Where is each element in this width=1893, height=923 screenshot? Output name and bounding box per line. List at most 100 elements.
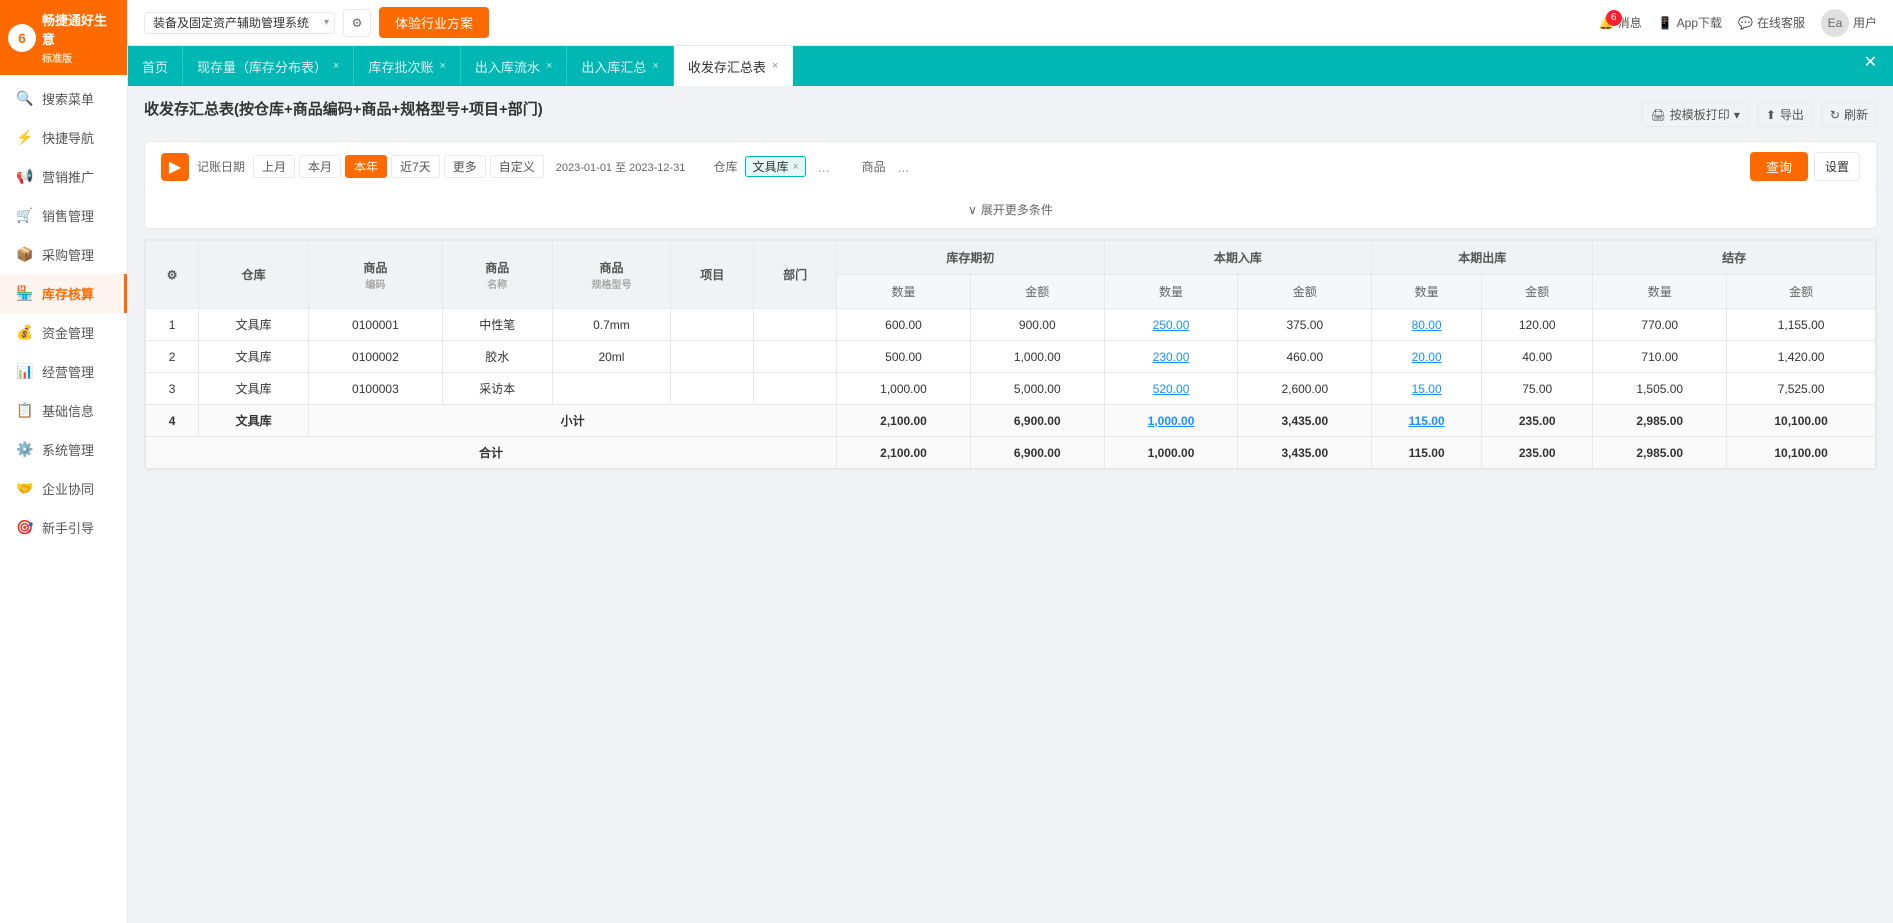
topbar-right: 🔔 6 消息 📱 App下载 💬 在线客服 Ea 用户 (1599, 9, 1877, 37)
tab-recv-send-summary[interactable]: 收发存汇总表 × (674, 46, 793, 86)
tab-batch-account[interactable]: 库存批次账 × (354, 46, 460, 86)
system-selector[interactable]: 装备及固定资产辅助管理系统 (144, 12, 335, 34)
sidebar-item-guide[interactable]: 🎯 新手引导 (0, 508, 127, 547)
sidebar-item-system[interactable]: ⚙️ 系统管理 (0, 430, 127, 469)
cell-out-qty[interactable]: 80.00 (1372, 309, 1482, 341)
system-selector-wrap: 装备及固定资产辅助管理系统 (144, 12, 335, 34)
warehouse-tag-close-button[interactable]: × (792, 161, 798, 173)
date-btn-more[interactable]: 更多 (444, 155, 486, 178)
col-settings[interactable]: ⚙ (146, 241, 199, 309)
warehouse-filter: 仓库 文具库 × ... (713, 156, 833, 177)
date-btn-last-month[interactable]: 上月 (253, 155, 295, 178)
cell-spec (552, 373, 671, 405)
total-in-amt: 3,435.00 (1238, 437, 1372, 469)
in-qty-link[interactable]: 520.00 (1153, 382, 1190, 396)
app-download-button[interactable]: 📱 App下载 (1658, 14, 1722, 31)
subtotal-warehouse: 文具库 (199, 405, 309, 437)
filter-bar: ▶ 记账日期 上月 本月 本年 近7天 更多 自定义 2023-01-01 至 … (144, 141, 1877, 192)
sidebar-item-label: 资金管理 (42, 323, 94, 342)
sidebar-item-inventory[interactable]: 🏪 库存核算 (0, 274, 127, 313)
date-btn-this-year[interactable]: 本年 (345, 155, 387, 178)
logo-icon: 6 (8, 24, 36, 52)
query-button[interactable]: 查询 (1750, 152, 1808, 181)
out-qty-link[interactable]: 20.00 (1412, 350, 1442, 364)
guide-icon: 🎯 (16, 519, 34, 536)
online-service-button[interactable]: 💬 在线客服 (1738, 14, 1805, 31)
sidebar-item-marketing[interactable]: 📢 营销推广 (0, 157, 127, 196)
goods-more-button[interactable]: ... (894, 159, 914, 175)
cell-in-qty[interactable]: 250.00 (1104, 309, 1238, 341)
filter-settings-button[interactable]: 设置 (1814, 152, 1860, 181)
printer-icon: 🖨 (1651, 108, 1666, 122)
total-close-amt: 10,100.00 (1727, 437, 1876, 469)
date-btn-this-month[interactable]: 本月 (299, 155, 341, 178)
sidebar-item-search[interactable]: 🔍 搜索菜单 (0, 79, 127, 118)
logo-text: 畅捷通好生意 (42, 10, 119, 48)
cell-code: 0100002 (309, 341, 443, 373)
tab-label: 出入库流水 (475, 57, 540, 76)
cell-in-qty[interactable]: 230.00 (1104, 341, 1238, 373)
topbar-left: 装备及固定资产辅助管理系统 ⚙ 体验行业方案 (144, 7, 489, 38)
cell-project (671, 373, 754, 405)
table-row: 1 文具库 0100001 中性笔 0.7mm 600.00 900.00 25… (146, 309, 1876, 341)
cell-out-qty[interactable]: 15.00 (1372, 373, 1482, 405)
sidebar-item-quick[interactable]: ⚡ 快捷导航 (0, 118, 127, 157)
subtotal-out-qty-link[interactable]: 115.00 (1409, 414, 1445, 428)
sidebar-item-finance[interactable]: 💰 资金管理 (0, 313, 127, 352)
settings-gear-button[interactable]: ⚙ (343, 9, 371, 37)
date-btn-custom[interactable]: 自定义 (490, 155, 544, 178)
chevron-down-icon: ∨ (968, 203, 977, 217)
warehouse-more-button[interactable]: ... (814, 159, 834, 175)
cell-warehouse: 文具库 (199, 309, 309, 341)
cell-out-qty[interactable]: 20.00 (1372, 341, 1482, 373)
online-service-label: 在线客服 (1757, 14, 1805, 31)
total-in-qty: 1,000.00 (1104, 437, 1238, 469)
subtotal-in-qty-link[interactable]: 1,000.00 (1148, 414, 1195, 428)
tab-close-icon[interactable]: × (333, 60, 339, 72)
sidebar-item-label: 企业协同 (42, 479, 94, 498)
tab-close-icon[interactable]: × (439, 60, 445, 72)
col-open-qty-header: 数量 (837, 275, 971, 309)
tab-inventory-dist[interactable]: 现存量（库存分布表） × (183, 46, 354, 86)
warehouse-label: 仓库 (713, 158, 737, 175)
sidebar-item-collab[interactable]: 🤝 企业协同 (0, 469, 127, 508)
system-icon: ⚙️ (16, 441, 34, 458)
out-qty-link[interactable]: 15.00 (1412, 382, 1442, 396)
tab-home[interactable]: 首页 (128, 46, 183, 86)
tab-inout-summary[interactable]: 出入库汇总 × (567, 46, 673, 86)
tab-inout-flow[interactable]: 出入库流水 × (461, 46, 567, 86)
tab-close-icon[interactable]: × (546, 60, 552, 72)
filter-expand-button[interactable]: ▶ (161, 153, 189, 181)
cell-out-amt: 120.00 (1482, 309, 1593, 341)
export-button[interactable]: ⬆ 导出 (1757, 102, 1813, 127)
col-code-header: 商品编码 (309, 241, 443, 309)
refresh-button[interactable]: ↻ 刷新 (1821, 102, 1877, 127)
cell-in-qty[interactable]: 520.00 (1104, 373, 1238, 405)
date-btn-7days[interactable]: 近7天 (391, 155, 440, 178)
sidebar-item-label: 销售管理 (42, 206, 94, 225)
tab-close-icon[interactable]: × (652, 60, 658, 72)
data-table-wrap: ⚙ 仓库 商品编码 商品名称 商品规格型号 项目 部门 库存期初 本期入库 本期… (144, 239, 1877, 470)
sidebar-item-basic[interactable]: 📋 基础信息 (0, 391, 127, 430)
data-table: ⚙ 仓库 商品编码 商品名称 商品规格型号 项目 部门 库存期初 本期入库 本期… (145, 240, 1876, 469)
in-qty-link[interactable]: 230.00 (1153, 350, 1190, 364)
cell-index: 1 (146, 309, 199, 341)
tabsbar: 首页 现存量（库存分布表） × 库存批次账 × 出入库流水 × 出入库汇总 × … (128, 46, 1893, 86)
out-qty-link[interactable]: 80.00 (1412, 318, 1442, 332)
sidebar-item-purchase[interactable]: 📦 采购管理 (0, 235, 127, 274)
tab-close-icon[interactable]: × (772, 60, 778, 72)
col-close-amt-header: 金额 (1727, 275, 1876, 309)
expand-more-conditions-button[interactable]: ∨ 展开更多条件 (145, 197, 1876, 222)
message-button[interactable]: 🔔 6 消息 (1599, 14, 1642, 31)
subtotal-index: 4 (146, 405, 199, 437)
print-template-button[interactable]: 🖨 按模板打印 ▾ (1642, 102, 1749, 127)
search-icon: 🔍 (16, 90, 34, 107)
cell-name: 中性笔 (442, 309, 552, 341)
inventory-icon: 🏪 (16, 285, 34, 302)
in-qty-link[interactable]: 250.00 (1153, 318, 1190, 332)
trial-button[interactable]: 体验行业方案 (379, 7, 489, 38)
sidebar-item-operations[interactable]: 📊 经营管理 (0, 352, 127, 391)
close-all-tabs-button[interactable]: ✕ (1864, 52, 1877, 72)
user-menu[interactable]: Ea 用户 (1821, 9, 1877, 37)
sidebar-item-sales[interactable]: 🛒 销售管理 (0, 196, 127, 235)
